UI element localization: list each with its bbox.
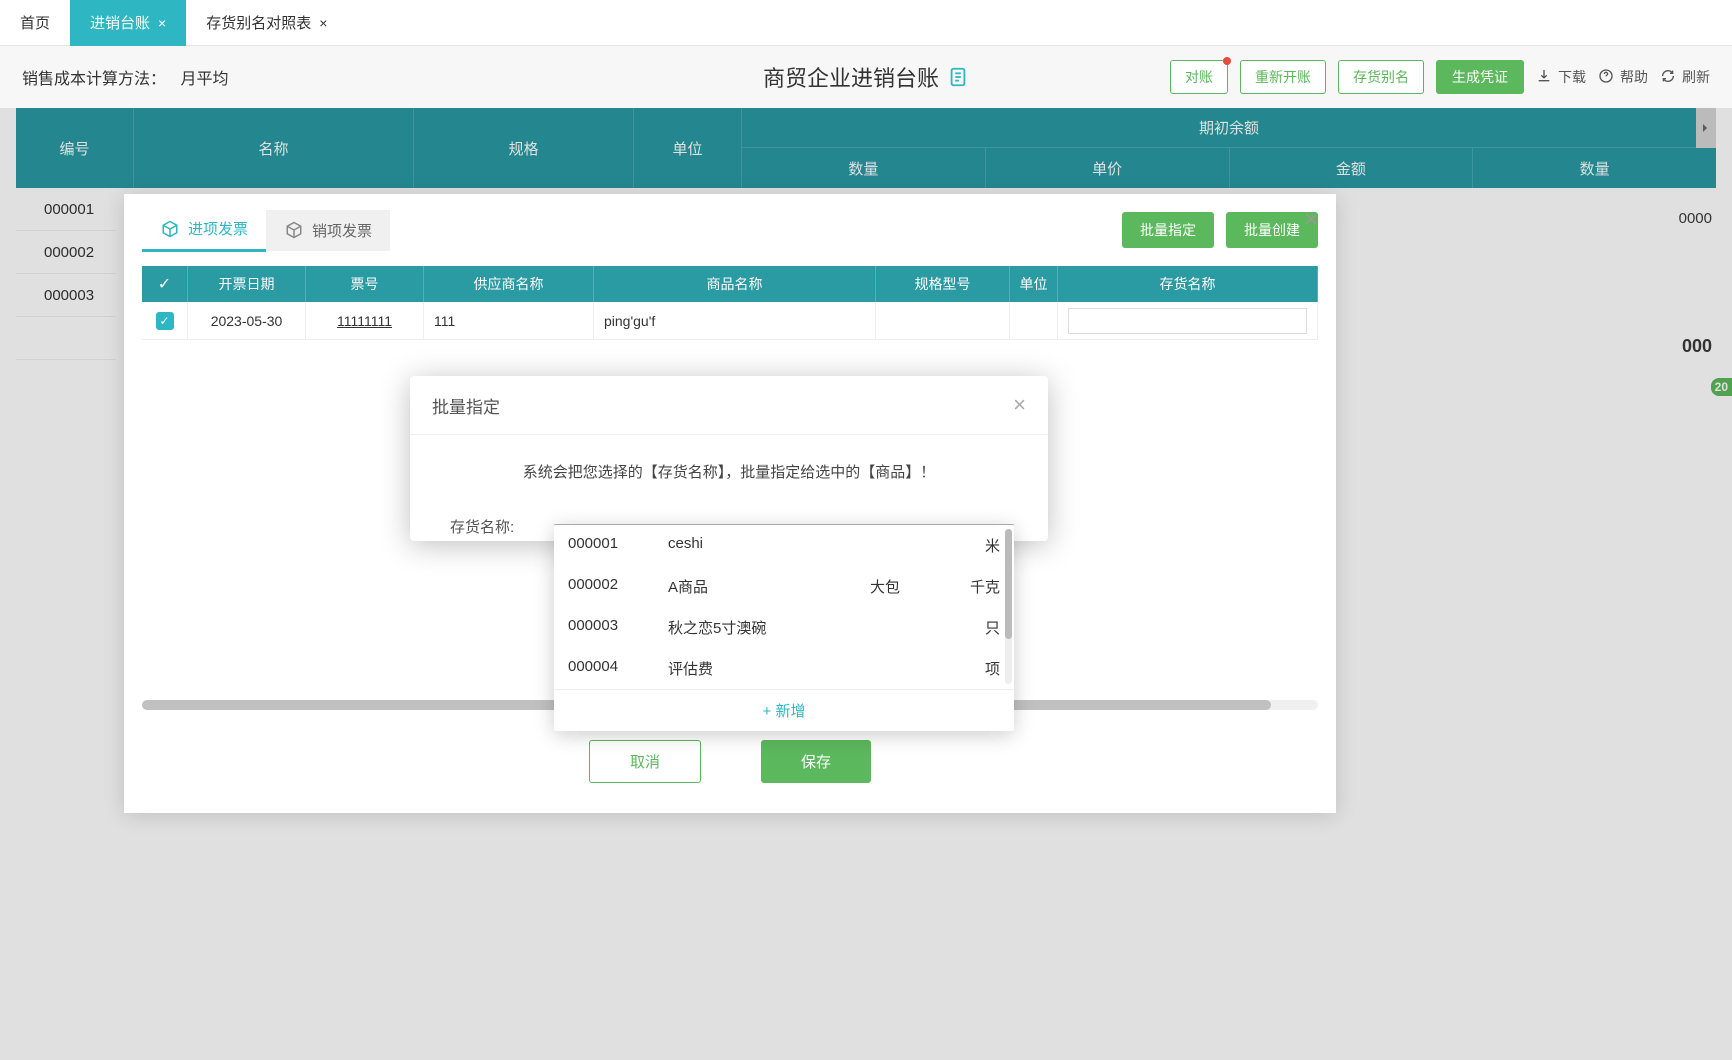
dropdown-item[interactable]: 000003 秋之恋5寸澳碗 只 xyxy=(554,607,1014,648)
inventory-input[interactable] xyxy=(1068,308,1307,334)
item-code: 000004 xyxy=(568,658,668,679)
batch-assign-modal: 批量指定 × 系统会把您选择的【存货名称】，批量指定给选中的【商品】！ 存货名称… xyxy=(410,376,1048,541)
panel-footer-buttons: 取消 保存 xyxy=(124,740,1336,783)
item-code: 000001 xyxy=(568,535,668,556)
row-spec-model xyxy=(876,302,1010,339)
help-icon xyxy=(1598,68,1614,87)
toolbar: 对账 重新开账 存货别名 生成凭证 下载 帮助 刷新 xyxy=(1170,60,1710,94)
tab-ledger[interactable]: 进销台账 × xyxy=(70,0,186,46)
save-button[interactable]: 保存 xyxy=(761,740,871,783)
row-right-value: 0000 xyxy=(1679,210,1712,227)
modal-body: 系统会把您选择的【存货名称】，批量指定给选中的【商品】！ 存货名称: xyxy=(410,435,1048,537)
close-icon[interactable]: × xyxy=(158,15,166,31)
dropdown-item[interactable]: 000002 A商品 大包 千克 xyxy=(554,566,1014,607)
batch-assign-button[interactable]: 批量指定 xyxy=(1122,212,1214,248)
row-unit xyxy=(1010,302,1058,339)
row-inventory[interactable] xyxy=(1058,302,1318,339)
row-invoice-no[interactable]: 11111111 xyxy=(306,302,424,339)
dropdown-item[interactable]: 000001 ceshi 米 xyxy=(554,525,1014,566)
tab-home-label: 首页 xyxy=(20,12,50,33)
modal-hint: 系统会把您选择的【存货名称】，批量指定给选中的【商品】！ xyxy=(450,461,1008,482)
modal-header: 批量指定 × xyxy=(410,376,1048,435)
col-product: 商品名称 xyxy=(594,266,876,302)
download-link[interactable]: 下载 xyxy=(1536,67,1586,87)
invoice-table-header: ✓ 开票日期 票号 供应商名称 商品名称 规格型号 单位 存货名称 xyxy=(142,266,1318,302)
bold-value-000: 000 xyxy=(1682,336,1712,357)
check-icon: ✓ xyxy=(158,274,171,294)
reconcile-button[interactable]: 对账 xyxy=(1170,60,1228,94)
tab-ledger-label: 进销台账 xyxy=(90,12,150,33)
cancel-button[interactable]: 取消 xyxy=(589,740,701,783)
item-code: 000002 xyxy=(568,576,668,597)
tab-input-invoice[interactable]: 进项发票 xyxy=(142,208,266,252)
top-tabs: 首页 进销台账 × 存货别名对照表 × xyxy=(0,0,1732,46)
download-text: 下载 xyxy=(1558,67,1586,87)
col-inventory: 存货名称 xyxy=(1058,266,1318,302)
col-checkbox[interactable]: ✓ xyxy=(142,266,188,302)
dropdown-item[interactable]: 000004 评估费 项 xyxy=(554,648,1014,689)
vertical-scrollbar[interactable] xyxy=(1005,529,1012,684)
page-title-text: 商贸企业进销台账 xyxy=(763,61,939,93)
refresh-text: 刷新 xyxy=(1682,67,1710,87)
tab-output-invoice[interactable]: 销项发票 xyxy=(266,210,390,251)
item-code: 000003 xyxy=(568,617,668,638)
col-invoice-no: 票号 xyxy=(306,266,424,302)
cost-method-value: 月平均 xyxy=(180,71,228,88)
tab-alias[interactable]: 存货别名对照表 × xyxy=(186,0,347,46)
add-new-option[interactable]: + 新增 xyxy=(554,689,1014,731)
row-product: ping'gu'f xyxy=(594,302,876,339)
row-date: 2023-05-30 xyxy=(188,302,306,339)
close-icon[interactable]: × xyxy=(1013,392,1026,418)
panel-tabs: 进项发票 销项发票 批量指定 批量创建 xyxy=(124,194,1336,252)
help-text: 帮助 xyxy=(1620,67,1648,87)
item-name: A商品 xyxy=(668,576,870,597)
item-spec xyxy=(870,535,950,556)
invoice-table: ✓ 开票日期 票号 供应商名称 商品名称 规格型号 单位 存货名称 ✓ 2023… xyxy=(142,266,1318,340)
checkbox-icon[interactable]: ✓ xyxy=(156,312,174,330)
tab-alias-label: 存货别名对照表 xyxy=(206,12,311,33)
modal-title: 批量指定 xyxy=(432,393,500,418)
row-checkbox-cell[interactable]: ✓ xyxy=(142,302,188,339)
tab-output-label: 销项发票 xyxy=(312,220,372,241)
reopen-button[interactable]: 重新开账 xyxy=(1240,60,1326,94)
dropdown-scroll[interactable]: 000001 ceshi 米 000002 A商品 大包 千克 000003 秋… xyxy=(554,525,1014,689)
invoice-row[interactable]: ✓ 2023-05-30 11111111 111 ping'gu'f xyxy=(142,302,1318,340)
scrollbar-thumb[interactable] xyxy=(1005,529,1012,639)
col-supplier: 供应商名称 xyxy=(424,266,594,302)
close-icon[interactable]: × xyxy=(319,15,327,31)
item-name: 秋之恋5寸澳碗 xyxy=(668,617,870,638)
item-unit: 千克 xyxy=(950,576,1000,597)
item-unit: 米 xyxy=(950,535,1000,556)
item-name: 评估费 xyxy=(668,658,870,679)
document-icon[interactable] xyxy=(947,66,969,88)
tab-home[interactable]: 首页 xyxy=(0,0,70,46)
cube-icon xyxy=(284,220,304,240)
download-icon xyxy=(1536,68,1552,87)
item-unit: 只 xyxy=(950,617,1000,638)
item-spec: 大包 xyxy=(870,576,950,597)
inventory-dropdown: 000001 ceshi 米 000002 A商品 大包 千克 000003 秋… xyxy=(554,524,1014,731)
item-spec xyxy=(870,617,950,638)
page-title: 商贸企业进销台账 xyxy=(763,61,969,93)
row-supplier: 111 xyxy=(424,302,594,339)
tab-input-label: 进项发票 xyxy=(188,218,248,239)
cube-icon xyxy=(160,219,180,239)
col-spec-model: 规格型号 xyxy=(876,266,1010,302)
col-date: 开票日期 xyxy=(188,266,306,302)
generate-voucher-button[interactable]: 生成凭证 xyxy=(1436,60,1524,94)
panel-actions: 批量指定 批量创建 xyxy=(1122,212,1318,248)
item-unit: 项 xyxy=(950,658,1000,679)
help-link[interactable]: 帮助 xyxy=(1598,67,1648,87)
item-spec xyxy=(870,658,950,679)
col-unit: 单位 xyxy=(1010,266,1058,302)
sub-header: 销售成本计算方法： 月平均 商贸企业进销台账 对账 重新开账 存货别名 生成凭证… xyxy=(0,46,1732,108)
inventory-alias-button[interactable]: 存货别名 xyxy=(1338,60,1424,94)
cost-method-label: 销售成本计算方法： 月平均 xyxy=(22,65,228,89)
refresh-icon xyxy=(1660,68,1676,87)
item-name: ceshi xyxy=(668,535,870,556)
close-icon[interactable]: × xyxy=(1304,206,1318,234)
refresh-link[interactable]: 刷新 xyxy=(1660,67,1710,87)
cost-method-text: 销售成本计算方法： xyxy=(22,71,166,88)
